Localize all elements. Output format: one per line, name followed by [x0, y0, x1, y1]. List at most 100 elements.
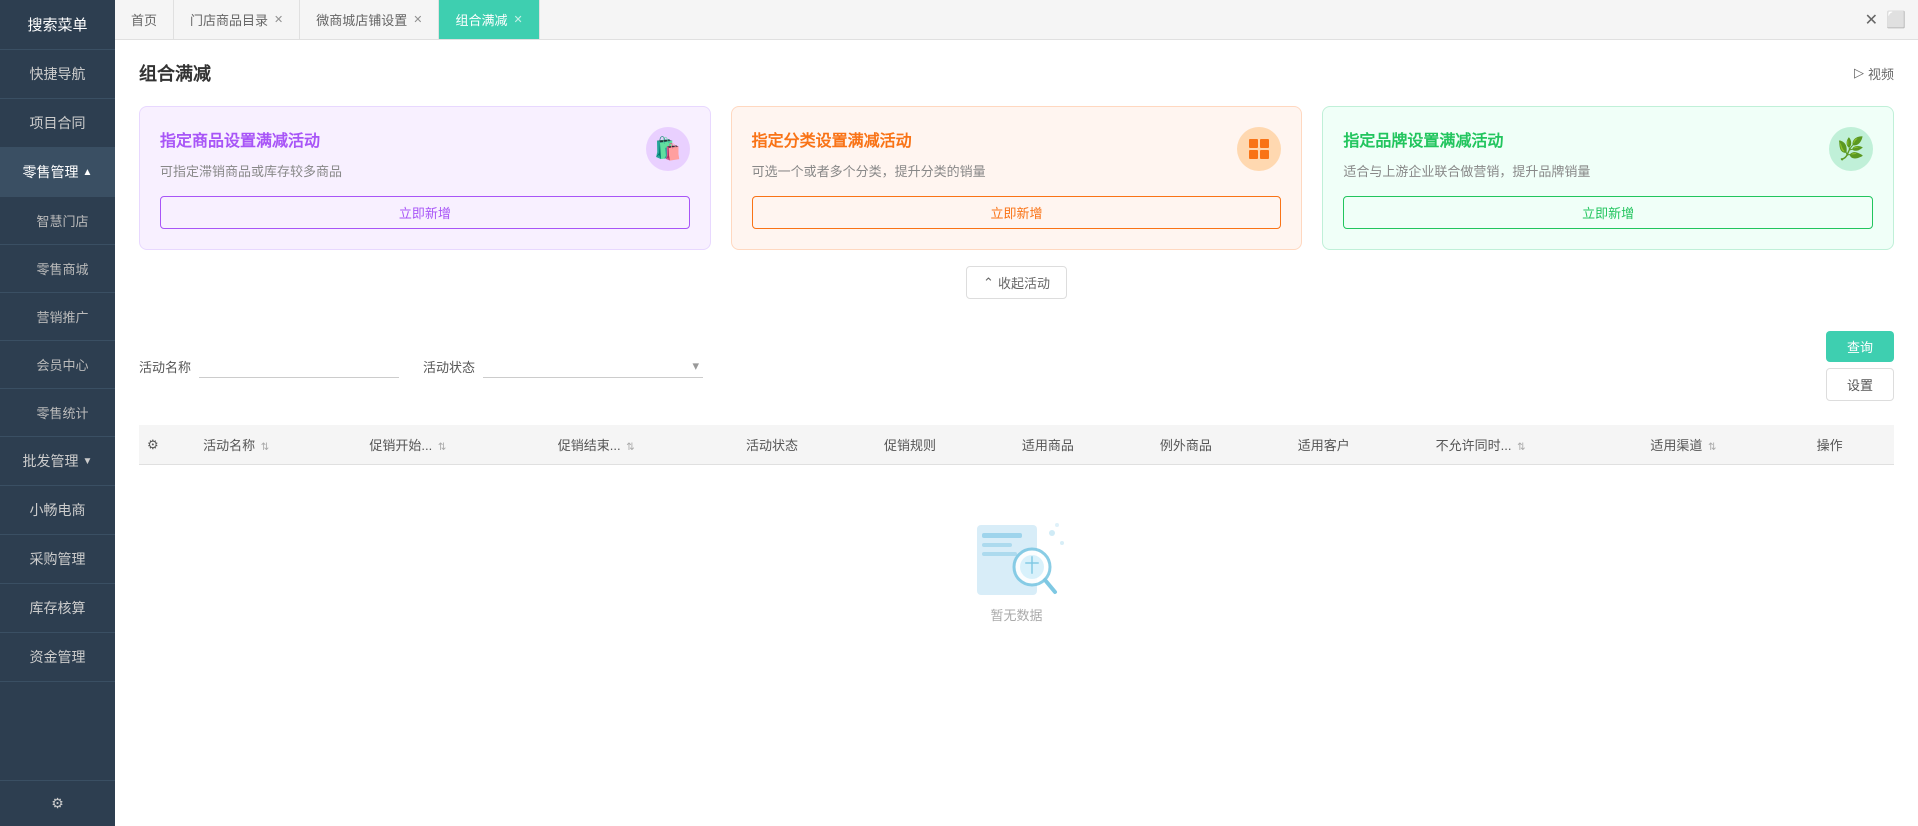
- col-label: 促销规则: [884, 438, 936, 453]
- sidebar-item-label: 资金管理: [30, 647, 86, 667]
- empty-text: 暂无数据: [990, 605, 1042, 624]
- video-label: 视频: [1868, 64, 1894, 83]
- close-window-button[interactable]: ✕: [1865, 10, 1878, 30]
- card-product-discount: 🛍️ 指定商品设置满减活动 可指定滞销商品或库存较多商品 立即新增: [139, 106, 711, 250]
- sidebar-item-member-center[interactable]: 会员中心: [0, 341, 115, 389]
- card-category-title: 指定分类设置满减活动: [752, 127, 1282, 151]
- card-product-icon: 🛍️: [646, 127, 690, 171]
- activity-status-select-wrap: [483, 354, 703, 378]
- sidebar-item-quick-nav[interactable]: 快捷导航: [0, 50, 115, 99]
- col-label: 适用渠道: [1650, 438, 1702, 453]
- chevron-up-icon: ▲: [83, 167, 93, 178]
- activity-status-select[interactable]: [483, 354, 703, 378]
- tab-store-catalog[interactable]: 门店商品目录 ✕: [174, 0, 300, 39]
- empty-row: 暂无数据: [139, 465, 1894, 645]
- sidebar-item-label: 批发管理: [23, 451, 79, 471]
- close-icon[interactable]: ✕: [514, 13, 523, 26]
- maximize-window-button[interactable]: ⬜: [1886, 10, 1906, 30]
- sidebar-item-label: 零售商城: [36, 259, 88, 278]
- sort-icon: ⇅: [626, 442, 634, 453]
- col-label: 操作: [1817, 438, 1843, 453]
- filter-activity-name: 活动名称: [139, 354, 399, 378]
- sidebar-item-label: 项目合同: [30, 113, 86, 133]
- tab-home[interactable]: 首页: [115, 0, 174, 39]
- sort-icon: ⇅: [1708, 442, 1716, 453]
- sidebar-item-label: 库存核算: [30, 598, 86, 618]
- gear-icon: ⚙: [51, 795, 64, 811]
- collapse-icon: ⌃: [983, 275, 994, 291]
- sidebar-item-purchase-mgmt[interactable]: 采购管理: [0, 535, 115, 584]
- filter-actions: 查询 设置: [1826, 331, 1894, 401]
- tab-label: 微商城店铺设置: [316, 10, 407, 29]
- sidebar-item-label: 采购管理: [30, 549, 86, 569]
- card-product-add-button[interactable]: 立即新增: [160, 196, 690, 229]
- sidebar-item-label: 智慧门店: [36, 211, 88, 230]
- cards-row: 🛍️ 指定商品设置满减活动 可指定滞销商品或库存较多商品 立即新增 指定分类设置…: [139, 106, 1894, 250]
- card-brand-icon: 🌿: [1829, 127, 1873, 171]
- col-excluded-goods: 例外商品: [1152, 425, 1290, 465]
- collapse-activity-button[interactable]: ⌃ 收起活动: [966, 266, 1067, 299]
- card-brand-desc: 适合与上游企业联合做营销，提升品牌销量: [1343, 161, 1873, 180]
- col-label: 活动状态: [746, 438, 798, 453]
- activity-name-input[interactable]: [199, 354, 399, 378]
- sidebar-item-label: 零售统计: [36, 403, 88, 422]
- col-promo-rule: 促销规则: [876, 425, 1014, 465]
- card-product-title: 指定商品设置满减活动: [160, 127, 690, 151]
- sidebar-settings[interactable]: ⚙: [0, 780, 115, 826]
- table-header: ⚙ 活动名称 ⇅ 促销开始... ⇅ 促销结束... ⇅: [139, 425, 1894, 465]
- col-label: 适用客户: [1298, 438, 1350, 453]
- filter-activity-status: 活动状态: [423, 354, 703, 378]
- query-button[interactable]: 查询: [1826, 331, 1894, 362]
- col-activity-name[interactable]: 活动名称 ⇅: [195, 425, 361, 465]
- sidebar-search[interactable]: 搜索菜单: [0, 0, 115, 50]
- sidebar-item-marketing[interactable]: 营销推广: [0, 293, 115, 341]
- sort-icon: ⇅: [261, 442, 269, 453]
- sidebar-item-label: 营销推广: [36, 307, 88, 326]
- card-category-desc: 可选一个或者多个分类，提升分类的销量: [752, 161, 1282, 180]
- col-applicable-goods: 适用商品: [1014, 425, 1152, 465]
- sidebar-item-project-contract[interactable]: 项目合同: [0, 99, 115, 148]
- page-title: 组合满减: [139, 60, 211, 86]
- empty-illustration: [957, 505, 1077, 605]
- col-label: 活动名称: [203, 438, 255, 453]
- tab-combo-discount[interactable]: 组合满减 ✕: [439, 0, 539, 39]
- activity-status-label: 活动状态: [423, 357, 475, 376]
- tab-wechat-store-settings[interactable]: 微商城店铺设置 ✕: [300, 0, 439, 39]
- sidebar-item-inventory-calc[interactable]: 库存核算: [0, 584, 115, 633]
- sidebar-item-retail-stats[interactable]: 零售统计: [0, 389, 115, 437]
- col-no-concurrent[interactable]: 不允许同时... ⇅: [1428, 425, 1643, 465]
- sidebar-item-xiao-ecommerce[interactable]: 小畅电商: [0, 486, 115, 535]
- play-icon: ▷: [1854, 65, 1864, 81]
- col-label: 例外商品: [1160, 438, 1212, 453]
- collapse-bar: ⌃ 收起活动: [139, 266, 1894, 299]
- col-applicable-channel[interactable]: 适用渠道 ⇅: [1642, 425, 1808, 465]
- close-icon[interactable]: ✕: [274, 13, 283, 26]
- sidebar-item-label: 小畅电商: [30, 500, 86, 520]
- sidebar-item-wholesale-mgmt[interactable]: 批发管理 ▼: [0, 437, 115, 486]
- card-brand-add-button[interactable]: 立即新增: [1343, 196, 1873, 229]
- settings-button[interactable]: 设置: [1826, 368, 1894, 401]
- col-label: 不允许同时...: [1436, 438, 1512, 453]
- close-icon[interactable]: ✕: [413, 13, 422, 26]
- sidebar-item-smart-store[interactable]: 智慧门店: [0, 197, 115, 245]
- main-area: 首页 门店商品目录 ✕ 微商城店铺设置 ✕ 组合满减 ✕ ✕ ⬜ 组合满减 ▷ …: [115, 0, 1918, 826]
- settings-icon: ⚙: [147, 437, 159, 452]
- filter-row: 活动名称 活动状态 查询 设置: [139, 315, 1894, 409]
- video-link[interactable]: ▷ 视频: [1854, 64, 1894, 83]
- activity-table: ⚙ 活动名称 ⇅ 促销开始... ⇅ 促销结束... ⇅: [139, 425, 1894, 644]
- col-applicable-customer: 适用客户: [1290, 425, 1428, 465]
- sidebar: 搜索菜单 快捷导航 项目合同 零售管理 ▲ 智慧门店 零售商城 营销推广 会员中…: [0, 0, 115, 826]
- col-promo-start[interactable]: 促销开始... ⇅: [361, 425, 549, 465]
- table-body: 暂无数据: [139, 465, 1894, 645]
- card-category-discount: 指定分类设置满减活动 可选一个或者多个分类，提升分类的销量 立即新增: [731, 106, 1303, 250]
- card-category-add-button[interactable]: 立即新增: [752, 196, 1282, 229]
- col-promo-end[interactable]: 促销结束... ⇅: [550, 425, 738, 465]
- sidebar-item-retail-mall[interactable]: 零售商城: [0, 245, 115, 293]
- sidebar-item-retail-mgmt[interactable]: 零售管理 ▲: [0, 148, 115, 197]
- tab-label: 首页: [131, 10, 157, 29]
- sidebar-item-fund-mgmt[interactable]: 资金管理: [0, 633, 115, 682]
- card-brand-title: 指定品牌设置满减活动: [1343, 127, 1873, 151]
- card-product-desc: 可指定滞销商品或库存较多商品: [160, 161, 690, 180]
- col-settings[interactable]: ⚙: [139, 425, 195, 465]
- col-operation: 操作: [1809, 425, 1894, 465]
